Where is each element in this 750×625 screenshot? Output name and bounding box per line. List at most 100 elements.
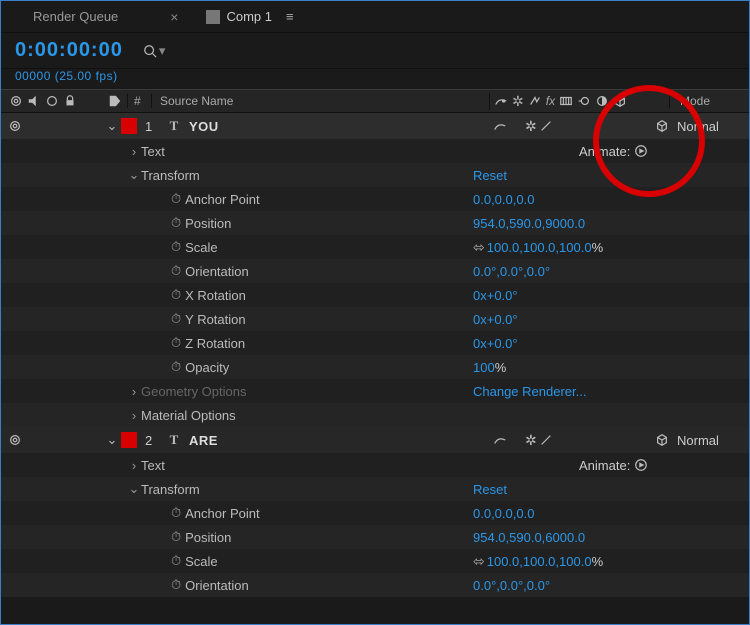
section-transform[interactable]: ⌄ Transform Reset: [1, 477, 749, 501]
visibility-toggle[interactable]: [8, 433, 22, 447]
stopwatch-icon[interactable]: ⏱: [171, 287, 181, 303]
prop-value[interactable]: 100%: [473, 360, 506, 375]
draft-quality-icon[interactable]: [539, 119, 553, 133]
prop-y-rotation[interactable]: ⏱ Y Rotation 0x+0.0°: [1, 307, 749, 331]
constrain-proportions-icon[interactable]: ⬄: [473, 553, 485, 569]
stopwatch-icon[interactable]: ⏱: [171, 529, 181, 545]
twirl-icon[interactable]: ⌄: [127, 167, 141, 183]
prop-scale[interactable]: ⏱ Scale ⬄100.0,100.0,100.0%: [1, 235, 749, 259]
prop-value[interactable]: ⬄100.0,100.0,100.0%: [473, 553, 603, 570]
stopwatch-icon[interactable]: ⏱: [171, 553, 181, 569]
stopwatch-icon[interactable]: ⏱: [171, 311, 181, 327]
section-label: Transform: [141, 482, 200, 497]
three-d-layer-toggle[interactable]: [655, 433, 669, 447]
tab-close-icon[interactable]: ×: [164, 9, 184, 25]
prop-position[interactable]: ⏱ Position 954.0,590.0,6000.0: [1, 525, 749, 549]
collapse-transforms-icon[interactable]: ✲: [512, 93, 524, 110]
prop-position[interactable]: ⏱ Position 954.0,590.0,9000.0: [1, 211, 749, 235]
solo-column-icon[interactable]: [45, 94, 59, 108]
prop-value[interactable]: 0x+0.0°: [473, 312, 518, 327]
prop-value[interactable]: 0.0°,0.0°,0.0°: [473, 264, 550, 279]
tab-comp-active[interactable]: Comp 1 ≡: [200, 5, 299, 28]
section-label: Transform: [141, 168, 200, 183]
motion-blur-switch-icon[interactable]: [577, 94, 591, 108]
stopwatch-icon[interactable]: ⏱: [171, 577, 181, 593]
blend-mode-select[interactable]: Normal: [669, 433, 749, 448]
change-renderer-link[interactable]: Change Renderer...: [473, 384, 586, 399]
current-timecode[interactable]: 0:00:00:00: [15, 39, 123, 62]
twirl-icon[interactable]: ›: [127, 458, 141, 473]
tab-render-queue[interactable]: Render Queue: [9, 9, 148, 24]
section-material-options[interactable]: › Material Options: [1, 403, 749, 427]
video-column-icon[interactable]: [9, 94, 23, 108]
transform-reset-link[interactable]: Reset: [473, 482, 507, 497]
section-text[interactable]: › Text Animate:: [1, 453, 749, 477]
layer-color-label[interactable]: [121, 118, 137, 134]
transform-reset-link[interactable]: Reset: [473, 168, 507, 183]
layer-row-2[interactable]: ⌄ 2 T ARE ✲ Normal: [1, 427, 749, 453]
prop-value[interactable]: 0.0,0.0,0.0: [473, 506, 534, 521]
prop-value[interactable]: 0x+0.0°: [473, 288, 518, 303]
lock-column-icon[interactable]: [63, 94, 77, 108]
prop-orientation[interactable]: ⏱ Orientation 0.0°,0.0°,0.0°: [1, 259, 749, 283]
stopwatch-icon[interactable]: ⏱: [171, 239, 181, 255]
section-transform[interactable]: ⌄ Transform Reset: [1, 163, 749, 187]
fx-switch-icon[interactable]: fx: [546, 94, 555, 108]
panel-menu-icon[interactable]: ≡: [286, 9, 294, 24]
quality-switch-icon[interactable]: [528, 94, 542, 108]
prop-z-rotation[interactable]: ⏱ Z Rotation 0x+0.0°: [1, 331, 749, 355]
shy-switch-icon[interactable]: [494, 94, 508, 108]
shy-flag[interactable]: [493, 433, 507, 447]
constrain-proportions-icon[interactable]: ⬄: [473, 239, 485, 255]
layer-name[interactable]: YOU: [189, 119, 489, 134]
search-dropdown-icon[interactable]: ▾: [159, 43, 166, 59]
prop-value[interactable]: 0x+0.0°: [473, 336, 518, 351]
prop-opacity[interactable]: ⏱ Opacity 100%: [1, 355, 749, 379]
frame-fps-readout[interactable]: 00000 (25.00 fps): [1, 69, 749, 89]
prop-value[interactable]: 0.0,0.0,0.0: [473, 192, 534, 207]
adjustment-layer-switch-icon[interactable]: [595, 94, 609, 108]
prop-value[interactable]: 954.0,590.0,9000.0: [473, 216, 585, 231]
prop-scale[interactable]: ⏱ Scale ⬄100.0,100.0,100.0%: [1, 549, 749, 573]
blend-mode-select[interactable]: Normal: [669, 119, 749, 134]
search-icon[interactable]: [143, 44, 157, 58]
stopwatch-icon[interactable]: ⏱: [171, 191, 181, 207]
layer-twirl[interactable]: ⌄: [103, 432, 121, 448]
index-column-header[interactable]: #: [127, 94, 151, 108]
stopwatch-icon[interactable]: ⏱: [171, 215, 181, 231]
search-input[interactable]: [167, 41, 367, 60]
draft-quality-icon[interactable]: [539, 433, 553, 447]
prop-orientation[interactable]: ⏱ Orientation 0.0°,0.0°,0.0°: [1, 573, 749, 597]
stopwatch-icon[interactable]: ⏱: [171, 505, 181, 521]
stopwatch-icon[interactable]: ⏱: [171, 335, 181, 351]
stopwatch-icon[interactable]: ⏱: [171, 359, 181, 375]
layer-row-1[interactable]: ⌄ 1 T YOU ✲ Normal: [1, 113, 749, 139]
audio-column-icon[interactable]: [27, 94, 41, 108]
prop-anchor-point[interactable]: ⏱ Anchor Point 0.0,0.0,0.0: [1, 187, 749, 211]
three-d-layer-toggle[interactable]: [655, 119, 669, 133]
twirl-icon[interactable]: ⌄: [127, 481, 141, 497]
layer-name[interactable]: ARE: [189, 433, 489, 448]
animate-menu-icon[interactable]: [634, 458, 648, 472]
twirl-icon[interactable]: ›: [127, 144, 141, 159]
source-name-column-header[interactable]: Source Name: [151, 94, 489, 108]
visibility-toggle[interactable]: [8, 119, 22, 133]
label-column-icon[interactable]: [108, 94, 122, 108]
quality-flag[interactable]: ✲: [525, 118, 537, 135]
layer-twirl[interactable]: ⌄: [103, 118, 121, 134]
shy-flag[interactable]: [493, 119, 507, 133]
layer-color-label[interactable]: [121, 432, 137, 448]
section-text[interactable]: › Text Animate:: [1, 139, 749, 163]
prop-value[interactable]: 954.0,590.0,6000.0: [473, 530, 585, 545]
prop-anchor-point[interactable]: ⏱ Anchor Point 0.0,0.0,0.0: [1, 501, 749, 525]
frame-blend-icon[interactable]: [559, 94, 573, 108]
animate-menu-icon[interactable]: [634, 144, 648, 158]
prop-x-rotation[interactable]: ⏱ X Rotation 0x+0.0°: [1, 283, 749, 307]
prop-value[interactable]: 0.0°,0.0°,0.0°: [473, 578, 550, 593]
prop-value[interactable]: ⬄100.0,100.0,100.0%: [473, 239, 603, 256]
stopwatch-icon[interactable]: ⏱: [171, 263, 181, 279]
twirl-icon[interactable]: ›: [127, 408, 141, 423]
quality-flag[interactable]: ✲: [525, 432, 537, 449]
three-d-switch-icon[interactable]: [613, 94, 627, 108]
mode-column-header[interactable]: Mode: [669, 94, 749, 108]
